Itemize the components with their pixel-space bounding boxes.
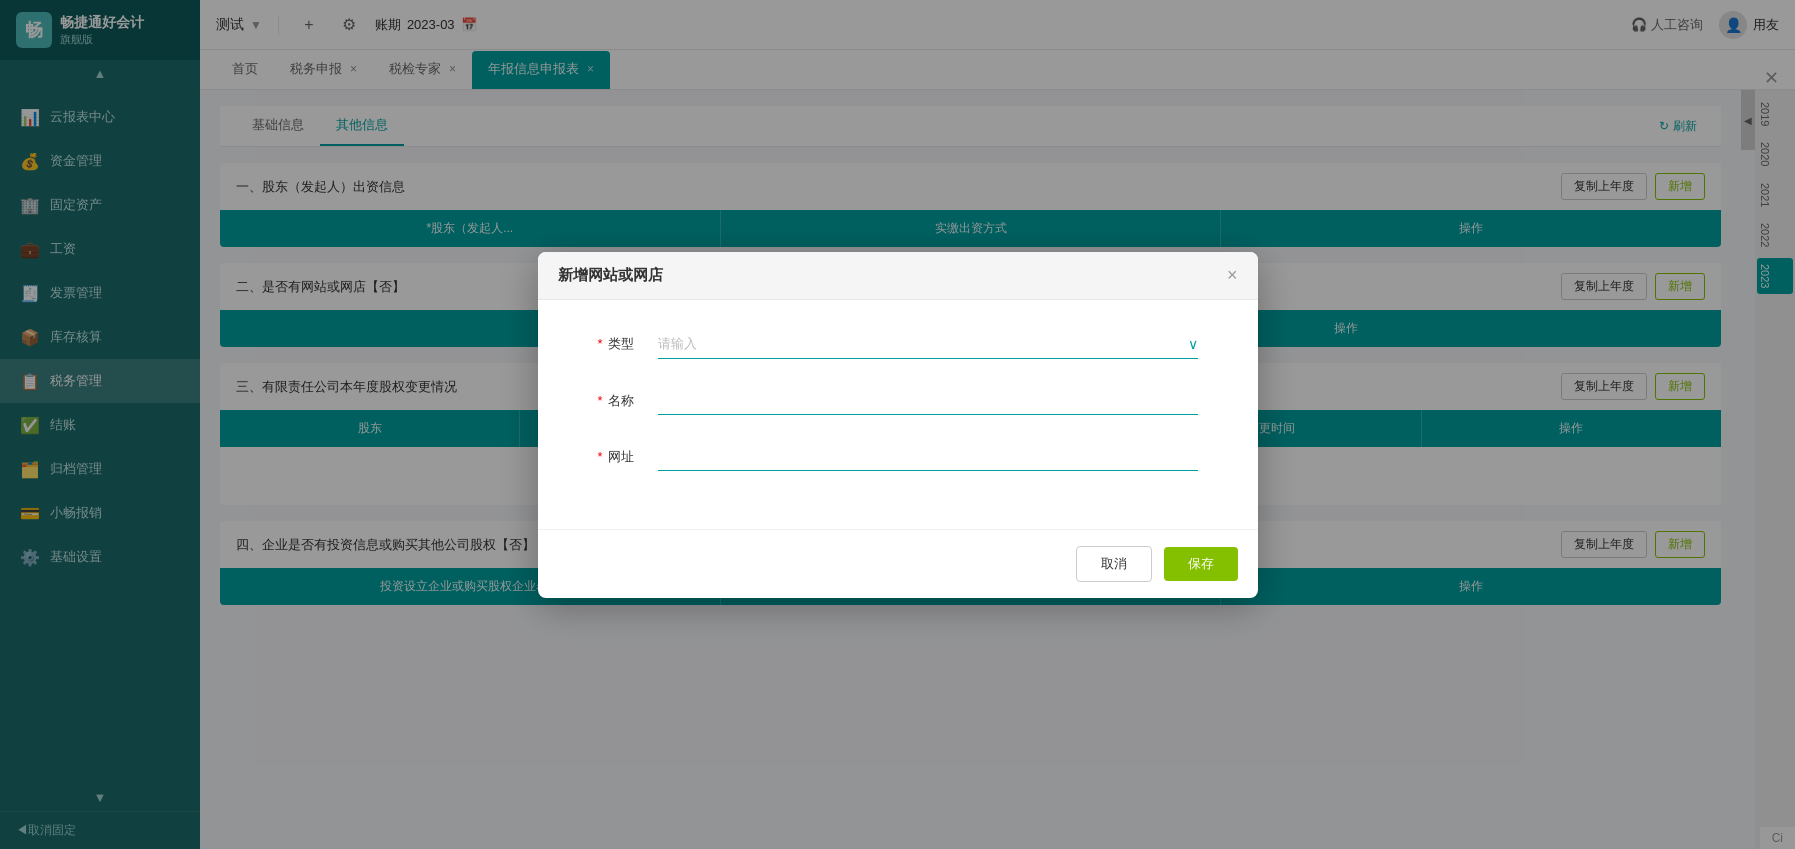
form-group-url: * 网址: [598, 443, 1198, 471]
form-group-type: * 类型 ∨: [598, 330, 1198, 359]
form-group-name: * 名称: [598, 387, 1198, 415]
form-label-type: * 类型: [598, 335, 658, 353]
type-dropdown-icon[interactable]: ∨: [1188, 336, 1198, 352]
required-star-name: *: [598, 393, 603, 408]
form-type-wrapper: ∨: [658, 330, 1198, 359]
cancel-button[interactable]: 取消: [1076, 546, 1152, 582]
save-button[interactable]: 保存: [1164, 547, 1238, 581]
required-star-type: *: [598, 336, 603, 351]
type-input[interactable]: [658, 336, 1188, 351]
dialog-close-button[interactable]: ×: [1227, 266, 1238, 284]
form-label-url: * 网址: [598, 448, 658, 466]
form-url-wrapper: [658, 443, 1198, 471]
dialog-footer: 取消 保存: [538, 529, 1258, 598]
dialog-body: * 类型 ∨ * 名称 *: [538, 300, 1258, 529]
dialog-overlay: 新增网站或网店 × * 类型 ∨ * 名称: [0, 0, 1795, 849]
url-input[interactable]: [658, 449, 1198, 464]
dialog-header: 新增网站或网店 ×: [538, 252, 1258, 300]
add-website-dialog: 新增网站或网店 × * 类型 ∨ * 名称: [538, 252, 1258, 598]
name-input[interactable]: [658, 393, 1198, 408]
dialog-title: 新增网站或网店: [558, 266, 663, 285]
required-star-url: *: [598, 449, 603, 464]
form-label-name: * 名称: [598, 392, 658, 410]
form-name-wrapper: [658, 387, 1198, 415]
